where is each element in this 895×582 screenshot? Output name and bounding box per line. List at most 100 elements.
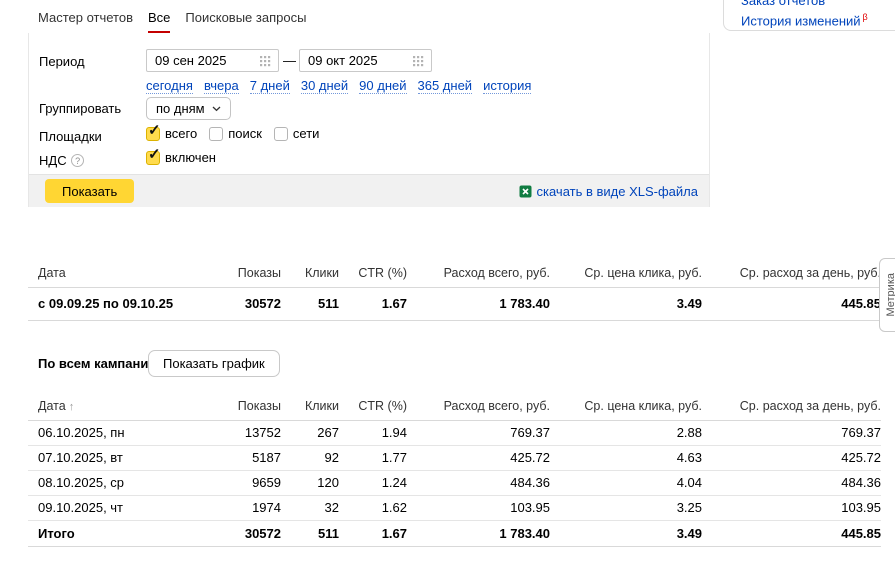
metrica-side-tab-label: Метрика (885, 273, 895, 317)
calendar-icon[interactable] (260, 55, 272, 67)
table-row: 06.10.2025, пн 13752 267 1.94 769.37 2.8… (28, 420, 881, 446)
quick-link-history[interactable]: история (483, 78, 532, 94)
total-impressions-cell: 30572 (223, 520, 281, 547)
report-filter-form: Период 09 сен 2025 — 09 окт 2025 сегодня… (28, 33, 710, 207)
avg-cpc-cell: 4.63 (550, 445, 702, 471)
avg-daily-cost-cell: 484.36 (702, 470, 881, 496)
column-header-clicks[interactable]: Клики (281, 395, 339, 421)
ctr-cell: 1.62 (339, 495, 407, 521)
daily-header-row: Дата ↑ Показы Клики CTR (%) Расход всего,… (28, 395, 881, 421)
column-header-ctr[interactable]: CTR (%) (339, 395, 407, 421)
summary-row: с 09.09.25 по 09.10.25 30572 511 1.67 1 … (28, 287, 881, 321)
tab-all[interactable]: Все (148, 10, 171, 33)
summary-ctr-cell: 1.67 (339, 287, 407, 321)
total-cost-cell: 425.72 (407, 445, 550, 471)
platforms-option-total[interactable]: всего (146, 121, 198, 141)
quick-link-today[interactable]: сегодня (146, 78, 193, 94)
column-header-total-cost: Расход всего, руб. (407, 258, 550, 288)
avg-daily-cost-cell: 103.95 (702, 495, 881, 521)
date-to-input[interactable]: 09 окт 2025 (299, 49, 432, 72)
platforms-options: всего поиск сети (146, 121, 320, 141)
vat-label: НДС (39, 153, 84, 168)
platforms-label: Площадки (39, 129, 102, 144)
checkbox-checked-icon (146, 145, 161, 165)
quick-link-7-days[interactable]: 7 дней (249, 78, 290, 94)
table-row: 09.10.2025, чт 1974 32 1.62 103.95 3.25 … (28, 495, 881, 521)
summary-impressions-cell: 30572 (223, 287, 281, 321)
total-cost-cell: 484.36 (407, 470, 550, 496)
checkbox-unchecked-icon (209, 126, 224, 141)
download-xls-link[interactable]: скачать в виде XLS-файла (519, 183, 699, 199)
menu-item-change-history[interactable]: История изменений β (741, 9, 895, 28)
ctr-cell: 1.94 (339, 420, 407, 446)
menu-item-order-reports[interactable]: Заказ отчетов (741, 0, 895, 9)
platforms-option-search[interactable]: поиск (209, 126, 262, 141)
grouping-value: по дням (156, 101, 205, 116)
total-cost-cell: 1 783.40 (407, 520, 550, 547)
avg-cpc-cell: 4.04 (550, 470, 702, 496)
avg-daily-cost-cell: 425.72 (702, 445, 881, 471)
column-header-impressions[interactable]: Показы (223, 395, 281, 421)
total-avg-daily-cost-cell: 445.85 (702, 520, 881, 547)
grouping-label: Группировать (39, 101, 122, 116)
column-header-clicks: Клики (281, 258, 339, 288)
quick-link-30-days[interactable]: 30 дней (300, 78, 349, 94)
platforms-option-networks[interactable]: сети (273, 126, 320, 141)
avg-cpc-cell: 3.25 (550, 495, 702, 521)
column-header-date-sortable[interactable]: Дата ↑ (28, 395, 223, 421)
summary-avg-daily-cost-cell: 445.85 (702, 287, 881, 321)
total-label-cell: Итого (28, 520, 223, 547)
column-header-total-cost[interactable]: Расход всего, руб. (407, 395, 550, 421)
tab-search-queries[interactable]: Поисковые запросы (185, 10, 306, 26)
summary-header-row: Дата Показы Клики CTR (%) Расход всего, … (28, 258, 881, 288)
column-header-avg-daily-cost[interactable]: Ср. расход за день, руб. (702, 395, 881, 421)
show-button[interactable]: Показать (45, 179, 135, 203)
total-cost-cell: 103.95 (407, 495, 550, 521)
column-header-avg-cpc: Ср. цена клика, руб. (550, 258, 702, 288)
impressions-cell: 9659 (223, 470, 281, 496)
metrica-side-tab[interactable]: Метрика (879, 258, 895, 332)
column-header-avg-daily-cost: Ср. расход за день, руб. (702, 258, 881, 288)
date-cell: 09.10.2025, чт (28, 495, 223, 521)
date-to-value: 09 окт 2025 (308, 53, 378, 68)
impressions-cell: 13752 (223, 420, 281, 446)
total-clicks-cell: 511 (281, 520, 339, 547)
checkbox-label: сети (292, 126, 320, 141)
total-cost-cell: 769.37 (407, 420, 550, 446)
column-header-date: Дата (28, 258, 223, 288)
quick-link-365-days[interactable]: 365 дней (417, 78, 473, 94)
summary-clicks-cell: 511 (281, 287, 339, 321)
checkbox-label: всего (165, 126, 198, 141)
checkbox-label: включен (165, 150, 216, 165)
clicks-cell: 92 (281, 445, 339, 471)
quick-link-90-days[interactable]: 90 дней (359, 78, 407, 94)
date-from-input[interactable]: 09 сен 2025 (146, 49, 279, 72)
date-cell: 06.10.2025, пн (28, 420, 223, 446)
summary-period-cell: с 09.09.25 по 09.10.25 (28, 287, 223, 321)
summary-total-cost-cell: 1 783.40 (407, 287, 550, 321)
table-row: 07.10.2025, вт 5187 92 1.77 425.72 4.63 … (28, 445, 881, 471)
tab-report-wizard[interactable]: Мастер отчетов (38, 10, 133, 26)
sort-asc-icon: ↑ (68, 400, 75, 413)
clicks-cell: 32 (281, 495, 339, 521)
table-row: 08.10.2025, ср 9659 120 1.24 484.36 4.04… (28, 470, 881, 496)
clicks-cell: 120 (281, 470, 339, 496)
show-chart-button[interactable]: Показать график (148, 350, 280, 377)
grouping-select[interactable]: по дням (146, 97, 231, 120)
total-row: Итого 30572 511 1.67 1 783.40 3.49 445.8… (28, 520, 881, 547)
column-header-impressions: Показы (223, 258, 281, 288)
date-cell: 07.10.2025, вт (28, 445, 223, 471)
column-header-avg-cpc[interactable]: Ср. цена клика, руб. (550, 395, 702, 421)
impressions-cell: 1974 (223, 495, 281, 521)
total-ctr-cell: 1.67 (339, 520, 407, 547)
impressions-cell: 5187 (223, 445, 281, 471)
download-xls-label: скачать в виде XLS-файла (536, 183, 699, 199)
calendar-icon[interactable] (413, 55, 425, 67)
help-icon[interactable] (70, 154, 84, 167)
form-footer: Показать скачать в виде XLS-файла (29, 174, 709, 207)
quick-link-yesterday[interactable]: вчера (203, 78, 239, 94)
ctr-cell: 1.24 (339, 470, 407, 496)
clicks-cell: 267 (281, 420, 339, 446)
vat-option-included[interactable]: включен (146, 145, 216, 165)
period-separator: — (283, 53, 296, 68)
